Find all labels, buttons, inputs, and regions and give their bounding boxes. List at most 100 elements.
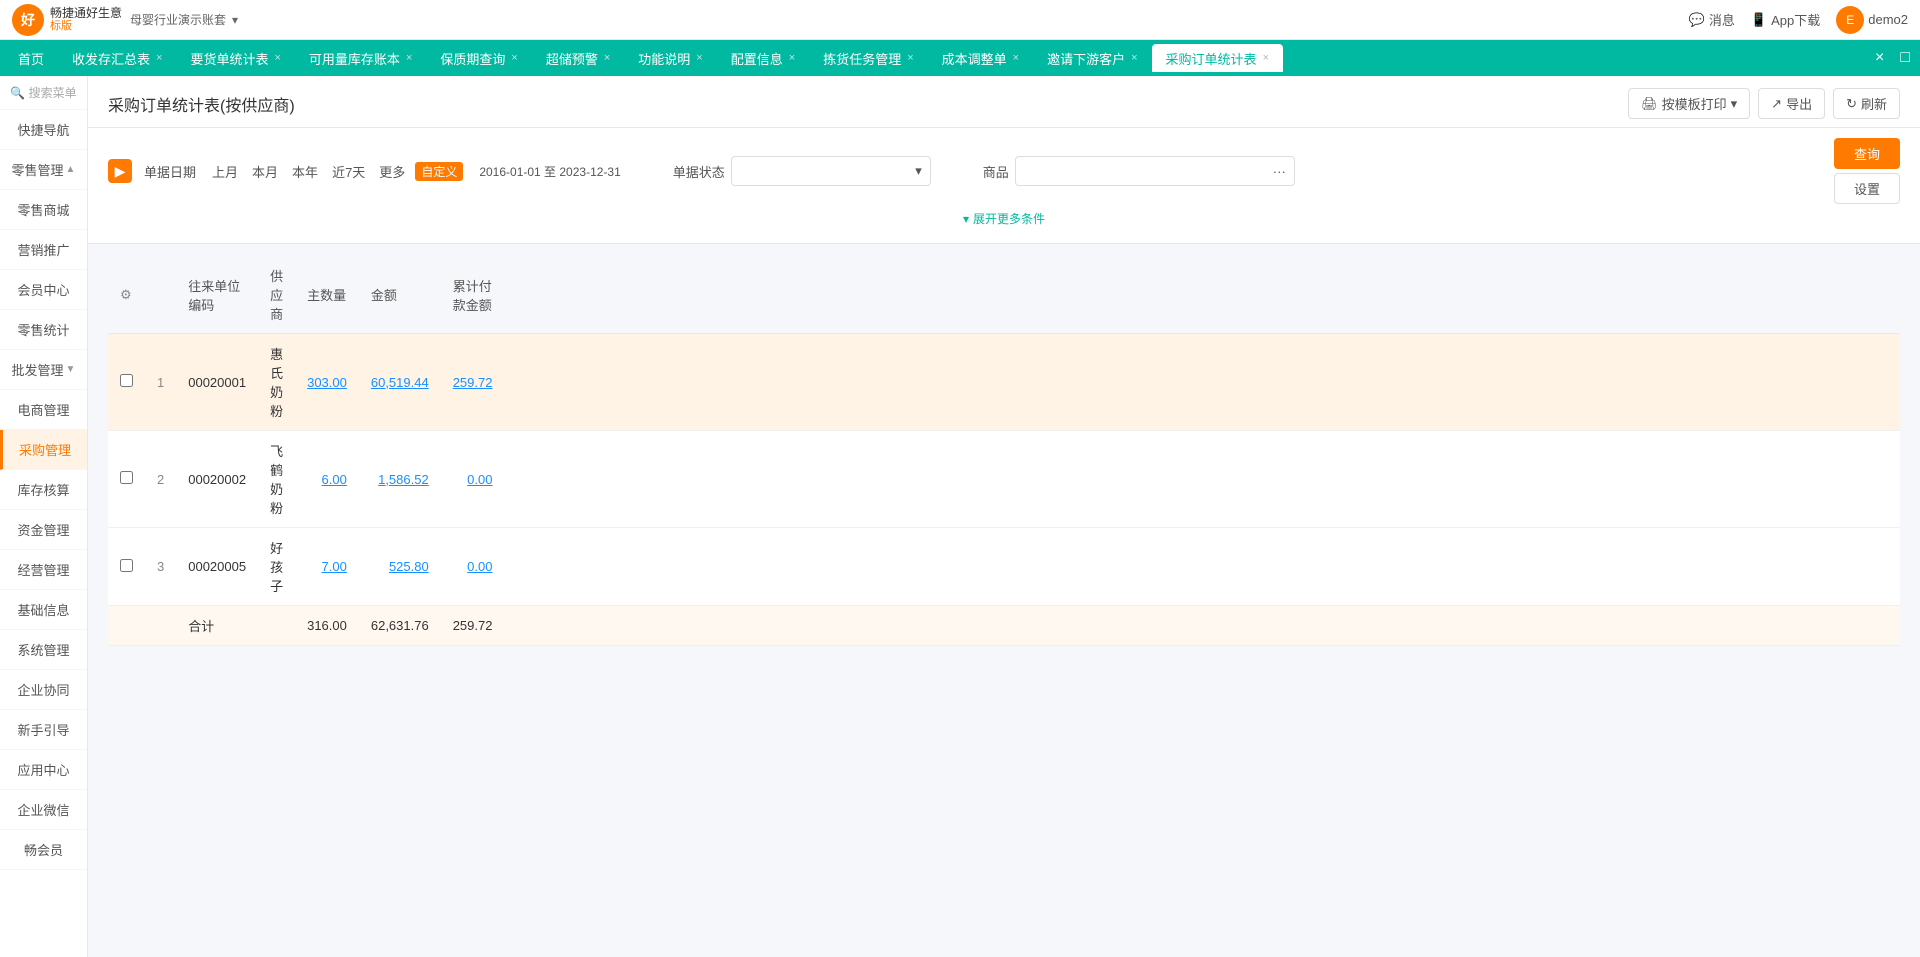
main-qty-link[interactable]: 7.00 xyxy=(322,559,347,574)
row-vendor-name: 惠氏奶粉 xyxy=(258,334,295,431)
sidebar-item-wholesale-mgmt[interactable]: 批发管理 ▼ xyxy=(0,350,87,390)
tab-purchase-stat[interactable]: 采购订单统计表 × xyxy=(1152,44,1283,72)
close-tab-goods-stat[interactable]: × xyxy=(274,52,280,64)
tab-cost-adjust[interactable]: 成本调整单 × xyxy=(928,44,1033,72)
paid-amount-link[interactable]: 0.00 xyxy=(467,559,492,574)
sidebar-item-retail-stat[interactable]: 零售统计 xyxy=(0,310,87,350)
shortcut-this-month[interactable]: 本月 xyxy=(248,160,282,183)
row-main-qty[interactable]: 7.00 xyxy=(295,528,359,606)
sidebar-search[interactable]: 🔍 搜索菜单 xyxy=(0,76,87,110)
paid-amount-link[interactable]: 0.00 xyxy=(467,472,492,487)
tab-home[interactable]: 首页 xyxy=(4,44,58,72)
sidebar-item-stock-check[interactable]: 库存核算 xyxy=(0,470,87,510)
col-header-settings[interactable]: ⚙ xyxy=(108,256,145,334)
export-button[interactable]: ↗ 导出 xyxy=(1758,88,1825,119)
shortcut-more[interactable]: 更多 xyxy=(375,160,409,183)
row-paid-amount[interactable]: 0.00 xyxy=(441,431,505,528)
page-actions: 🖨 按模板打印 ▾ ↗ 导出 ↻ 刷新 xyxy=(1628,88,1900,119)
user-menu[interactable]: E demo2 xyxy=(1836,6,1908,34)
row-amount[interactable]: 60,519.44 xyxy=(359,334,441,431)
row-select-checkbox[interactable] xyxy=(120,374,133,387)
status-select[interactable]: ▾ xyxy=(731,156,931,186)
col-header-vendor-name: 供应商 xyxy=(258,256,295,334)
sidebar-item-retail-mgmt[interactable]: 零售管理 ▲ xyxy=(0,150,87,190)
shortcut-this-year[interactable]: 本年 xyxy=(288,160,322,183)
goods-input[interactable]: ··· xyxy=(1015,156,1295,186)
close-tab-overstock[interactable]: × xyxy=(604,52,610,64)
filter-area: ▶ 单据日期 上月 本月 本年 近7天 更多 自定义 2016-01-01 至 … xyxy=(88,128,1920,244)
shortcut-last-month[interactable]: 上月 xyxy=(208,160,242,183)
filter-row: ▶ 单据日期 上月 本月 本年 近7天 更多 自定义 2016-01-01 至 … xyxy=(108,138,1900,204)
print-button[interactable]: 🖨 按模板打印 ▾ xyxy=(1628,88,1750,119)
row-amount[interactable]: 1,586.52 xyxy=(359,431,441,528)
row-checkbox[interactable] xyxy=(108,334,145,431)
tab-invite-downstream[interactable]: 邀请下游客户 × xyxy=(1033,44,1151,72)
maximize-button[interactable]: □ xyxy=(1894,47,1916,69)
sidebar-item-basic-info[interactable]: 基础信息 xyxy=(0,590,87,630)
amount-link[interactable]: 525.80 xyxy=(389,559,429,574)
amount-link[interactable]: 60,519.44 xyxy=(371,375,429,390)
close-tab-invite-downstream[interactable]: × xyxy=(1131,52,1137,64)
refresh-button[interactable]: ↻ 刷新 xyxy=(1833,88,1900,119)
message-button[interactable]: 💬 消息 xyxy=(1689,10,1735,29)
tab-shelf-life[interactable]: 保质期查询 × xyxy=(426,44,531,72)
tab-overstock[interactable]: 超储预警 × xyxy=(532,44,624,72)
chevron-down-icon[interactable]: ▾ xyxy=(232,13,238,27)
shortcut-7-days[interactable]: 近7天 xyxy=(328,160,369,183)
close-tab-receive-send[interactable]: × xyxy=(156,52,162,64)
row-checkbox[interactable] xyxy=(108,528,145,606)
expand-more-button[interactable]: ▾ 展开更多条件 xyxy=(963,210,1045,227)
close-tab-available-stock[interactable]: × xyxy=(406,52,412,64)
sidebar-item-ecommerce-mgmt[interactable]: 电商管理 xyxy=(0,390,87,430)
sidebar-item-app-center[interactable]: 应用中心 xyxy=(0,750,87,790)
row-paid-amount[interactable]: 259.72 xyxy=(441,334,505,431)
row-main-qty[interactable]: 303.00 xyxy=(295,334,359,431)
row-amount[interactable]: 525.80 xyxy=(359,528,441,606)
close-all-tabs-button[interactable]: × xyxy=(1869,47,1890,69)
tab-function-desc[interactable]: 功能说明 × xyxy=(624,44,716,72)
row-main-qty[interactable]: 6.00 xyxy=(295,431,359,528)
sidebar-item-member[interactable]: 畅会员 xyxy=(0,830,87,870)
filter-action-buttons: 查询 设置 xyxy=(1834,138,1900,204)
sidebar-item-system-mgmt[interactable]: 系统管理 xyxy=(0,630,87,670)
close-tab-purchase-stat[interactable]: × xyxy=(1263,52,1269,64)
tab-available-stock[interactable]: 可用量库存账本 × xyxy=(295,44,426,72)
col-header-main-qty: 主数量 xyxy=(295,256,359,334)
amount-link[interactable]: 1,586.52 xyxy=(378,472,429,487)
close-tab-function-desc[interactable]: × xyxy=(696,52,702,64)
col-header-seq xyxy=(145,256,176,334)
app-download-button[interactable]: 📱 App下载 xyxy=(1751,10,1820,29)
row-select-checkbox[interactable] xyxy=(120,471,133,484)
sidebar-quick-nav[interactable]: 快捷导航 xyxy=(0,110,87,150)
sidebar-item-finance-mgmt[interactable]: 资金管理 xyxy=(0,510,87,550)
main-qty-link[interactable]: 303.00 xyxy=(307,375,347,390)
row-select-checkbox[interactable] xyxy=(120,559,133,572)
row-paid-amount[interactable]: 0.00 xyxy=(441,528,505,606)
close-tab-picking-task[interactable]: × xyxy=(907,52,913,64)
paid-amount-link[interactable]: 259.72 xyxy=(453,375,493,390)
sidebar-item-ops-mgmt[interactable]: 经营管理 xyxy=(0,550,87,590)
tab-receive-send[interactable]: 收发存汇总表 × xyxy=(58,44,176,72)
row-vendor-code: 00020001 xyxy=(176,334,258,431)
sidebar-item-new-guide[interactable]: 新手引导 xyxy=(0,710,87,750)
close-tab-cost-adjust[interactable]: × xyxy=(1013,52,1019,64)
main-qty-link[interactable]: 6.00 xyxy=(322,472,347,487)
settings-button[interactable]: 设置 xyxy=(1834,173,1900,204)
tab-goods-stat[interactable]: 要货单统计表 × xyxy=(176,44,294,72)
sidebar-item-retail-mall[interactable]: 零售商城 xyxy=(0,190,87,230)
dropdown-arrow-icon: ▾ xyxy=(915,163,922,179)
query-button[interactable]: 查询 xyxy=(1834,138,1900,169)
row-checkbox[interactable] xyxy=(108,431,145,528)
sidebar-item-marketing[interactable]: 营销推广 xyxy=(0,230,87,270)
sidebar-item-enterprise-collab[interactable]: 企业协同 xyxy=(0,670,87,710)
tab-picking-task[interactable]: 拣货任务管理 × xyxy=(809,44,927,72)
close-tab-shelf-life[interactable]: × xyxy=(511,52,517,64)
row-vendor-name: 飞鹤奶粉 xyxy=(258,431,295,528)
tab-config-info[interactable]: 配置信息 × xyxy=(717,44,809,72)
filter-toggle-button[interactable]: ▶ xyxy=(108,159,132,183)
close-tab-config-info[interactable]: × xyxy=(789,52,795,64)
sidebar-item-enterprise-wechat[interactable]: 企业微信 xyxy=(0,790,87,830)
sidebar-item-member-center[interactable]: 会员中心 xyxy=(0,270,87,310)
sidebar-item-purchase-mgmt[interactable]: 采购管理 xyxy=(0,430,87,470)
custom-date-tag[interactable]: 自定义 xyxy=(415,162,463,181)
